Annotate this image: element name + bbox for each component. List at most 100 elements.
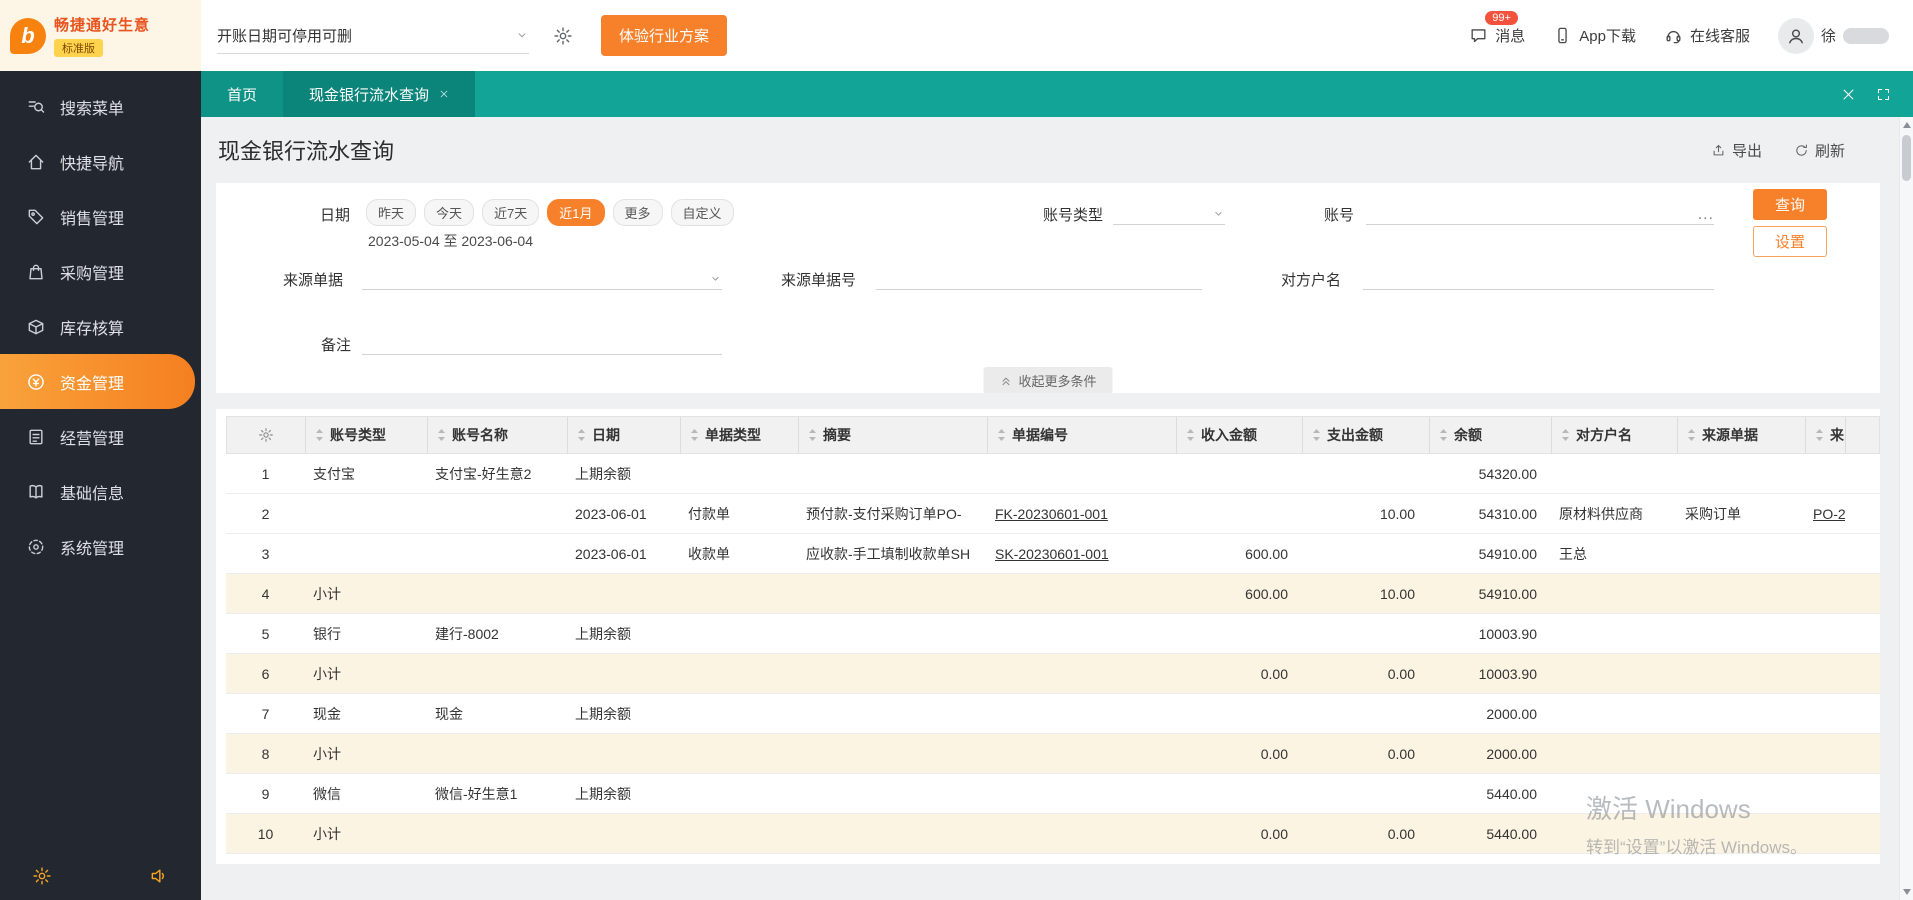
remark-input[interactable] bbox=[362, 325, 722, 355]
cell-date: 2023-06-01 bbox=[575, 505, 647, 522]
chevron-down-icon bbox=[1212, 207, 1225, 220]
column-settings-gear-icon[interactable] bbox=[227, 417, 306, 453]
sidebar-item-basic-info[interactable]: 基础信息 bbox=[0, 464, 201, 519]
tab-cash-bank-flow[interactable]: 现金银行流水查询 bbox=[283, 71, 476, 117]
column-header-doc-type[interactable]: 单据类型 bbox=[681, 417, 799, 453]
workspace-select[interactable]: 开账日期可停用可删 bbox=[217, 18, 529, 54]
avatar[interactable] bbox=[1777, 17, 1814, 54]
tab-label: 首页 bbox=[227, 86, 258, 104]
fullscreen-icon[interactable] bbox=[1876, 87, 1891, 102]
cell-date: 上期余额 bbox=[575, 785, 631, 802]
sort-icon bbox=[1438, 428, 1449, 442]
column-header-balance[interactable]: 余额 bbox=[1430, 417, 1552, 453]
table-panel: 账号类型 账号名称 日期 单据类型 摘要 单据编号 收入金额 支出金额 余额 对方户名 来源单据 来 1… bbox=[216, 409, 1880, 864]
refresh-button[interactable]: 刷新 bbox=[1794, 140, 1845, 161]
chip-today[interactable]: 今天 bbox=[424, 199, 475, 226]
app-download-button[interactable]: App下载 bbox=[1553, 25, 1636, 46]
cell-source-doc-no bbox=[1805, 734, 1845, 773]
sort-icon bbox=[1814, 428, 1825, 442]
source-doc-no-input[interactable] bbox=[876, 260, 1202, 290]
cell-income-amount: 0.00 bbox=[1260, 825, 1288, 842]
online-support-button[interactable]: 在线客服 bbox=[1664, 25, 1750, 46]
industry-solution-button[interactable]: 体验行业方案 bbox=[601, 15, 728, 56]
scroll-up-icon[interactable] bbox=[1903, 122, 1911, 128]
sidebar-item-purchase[interactable]: 采购管理 bbox=[0, 244, 201, 299]
cell-source-doc-no bbox=[1805, 774, 1845, 813]
table-row-subtotal[interactable]: 6 小计 0.00 0.00 10003.90 bbox=[226, 654, 1880, 694]
sidebar-item-inventory[interactable]: 库存核算 bbox=[0, 299, 201, 354]
cell-summary bbox=[798, 454, 987, 493]
table-row[interactable]: 1 支付宝 支付宝-好生意2 上期余额 54320.00 bbox=[226, 454, 1880, 494]
chip-last-month[interactable]: 近1月 bbox=[547, 199, 605, 226]
collapse-filters-button[interactable]: 收起更多条件 bbox=[983, 367, 1113, 393]
column-header-income-amount[interactable]: 收入金额 bbox=[1177, 417, 1303, 453]
table-row-subtotal[interactable]: 4 小计 600.00 10.00 54910.00 bbox=[226, 574, 1880, 614]
column-label: 单据类型 bbox=[705, 427, 761, 443]
chip-custom[interactable]: 自定义 bbox=[670, 199, 734, 226]
sidebar-item-search-menu[interactable]: 搜索菜单 bbox=[0, 79, 201, 134]
chip-last-7-days[interactable]: 近7天 bbox=[482, 199, 540, 226]
table-row[interactable]: 3 2023-06-01 收款单 应收款-手工填制收款单SH SK-20230601-0… bbox=[226, 534, 1880, 574]
source-doc-no-link[interactable]: PO-2 bbox=[1813, 506, 1845, 522]
close-all-tabs-icon[interactable] bbox=[1841, 87, 1856, 102]
column-header-expense-amount[interactable]: 支出金额 bbox=[1303, 417, 1430, 453]
sidebar-item-label: 采购管理 bbox=[60, 265, 125, 283]
table-row[interactable]: 2 2023-06-01 付款单 预付款-支付采购订单PO- FK-20230601-0… bbox=[226, 494, 1880, 534]
sidebar-item-quick-nav[interactable]: 快捷导航 bbox=[0, 134, 201, 189]
column-header-doc-no[interactable]: 单据编号 bbox=[988, 417, 1177, 453]
speaker-icon[interactable] bbox=[149, 866, 169, 886]
table-row[interactable]: 9 微信 微信-好生意1 上期余额 5440.00 bbox=[226, 774, 1880, 814]
scrollbar-thumb[interactable] bbox=[1902, 135, 1911, 181]
column-header-counterparty[interactable]: 对方户名 bbox=[1552, 417, 1678, 453]
workspace-label: 开账日期可停用可删 bbox=[217, 27, 353, 45]
column-header-source-doc[interactable]: 来源单据 bbox=[1678, 417, 1806, 453]
cell-account-type: 小计 bbox=[313, 745, 341, 762]
account-more-button[interactable]: ... bbox=[1698, 207, 1714, 223]
brand-area: b 畅捷通好生意 标准版 bbox=[0, 0, 201, 71]
cell-doc-type: 付款单 bbox=[688, 505, 730, 522]
sidebar-item-funds[interactable]: 资金管理 bbox=[0, 354, 195, 409]
column-header-summary[interactable]: 摘要 bbox=[799, 417, 988, 453]
table-row-subtotal[interactable]: 10 小计 0.00 0.00 5440.00 bbox=[226, 814, 1880, 854]
cell-summary bbox=[798, 734, 987, 773]
account-type-select[interactable] bbox=[1113, 195, 1225, 225]
refresh-icon bbox=[1794, 143, 1809, 158]
table-row-subtotal[interactable]: 8 小计 0.00 0.00 2000.00 bbox=[226, 734, 1880, 774]
column-header-source-doc-no[interactable]: 来 bbox=[1806, 417, 1846, 453]
counterparty-input[interactable] bbox=[1363, 260, 1714, 290]
sidebar-item-label: 资金管理 bbox=[60, 375, 125, 393]
filter-settings-button[interactable]: 设置 bbox=[1753, 226, 1827, 257]
tab-home[interactable]: 首页 bbox=[201, 71, 284, 117]
settings-gear-icon[interactable] bbox=[32, 866, 52, 886]
column-header-account-type[interactable]: 账号类型 bbox=[306, 417, 428, 453]
doc-no-link[interactable]: SK-20230601-001 bbox=[995, 546, 1109, 562]
cell-source-doc bbox=[1677, 534, 1805, 573]
source-doc-select[interactable] bbox=[362, 260, 722, 290]
export-button[interactable]: 导出 bbox=[1711, 140, 1762, 161]
doc-no-link[interactable]: FK-20230601-001 bbox=[995, 506, 1108, 522]
column-header-date[interactable]: 日期 bbox=[568, 417, 681, 453]
topbar-gear-icon[interactable] bbox=[553, 26, 573, 46]
sidebar-item-business[interactable]: 经营管理 bbox=[0, 409, 201, 464]
sidebar-item-sales[interactable]: 销售管理 bbox=[0, 189, 201, 244]
chip-more[interactable]: 更多 bbox=[612, 199, 663, 226]
messages-label: 消息 bbox=[1495, 28, 1526, 45]
cell-source-doc-no bbox=[1805, 574, 1845, 613]
table-row[interactable]: 5 银行 建行-8002 上期余额 10003.90 bbox=[226, 614, 1880, 654]
date-range-chips: 昨天 今天 近7天 近1月 更多 自定义 bbox=[366, 199, 734, 226]
chip-yesterday[interactable]: 昨天 bbox=[366, 199, 417, 226]
query-button[interactable]: 查询 bbox=[1753, 189, 1827, 220]
account-input[interactable]: ... bbox=[1366, 195, 1714, 225]
tab-close-icon[interactable] bbox=[439, 89, 449, 99]
column-header-account-name[interactable]: 账号名称 bbox=[428, 417, 568, 453]
messages-button[interactable]: 99+ 消息 bbox=[1469, 11, 1526, 46]
user-area[interactable]: 徐 bbox=[1777, 17, 1889, 54]
search-menu-icon bbox=[26, 97, 46, 117]
table-row[interactable]: 7 现金 现金 上期余额 2000.00 bbox=[226, 694, 1880, 734]
vertical-scrollbar[interactable] bbox=[1899, 117, 1913, 900]
chevron-down-icon bbox=[515, 28, 529, 42]
scroll-down-icon[interactable] bbox=[1903, 889, 1911, 895]
sidebar-item-system[interactable]: 系统管理 bbox=[0, 519, 201, 574]
cell-account-name: 支付宝-好生意2 bbox=[435, 465, 532, 482]
cell-balance: 10003.90 bbox=[1478, 625, 1537, 642]
